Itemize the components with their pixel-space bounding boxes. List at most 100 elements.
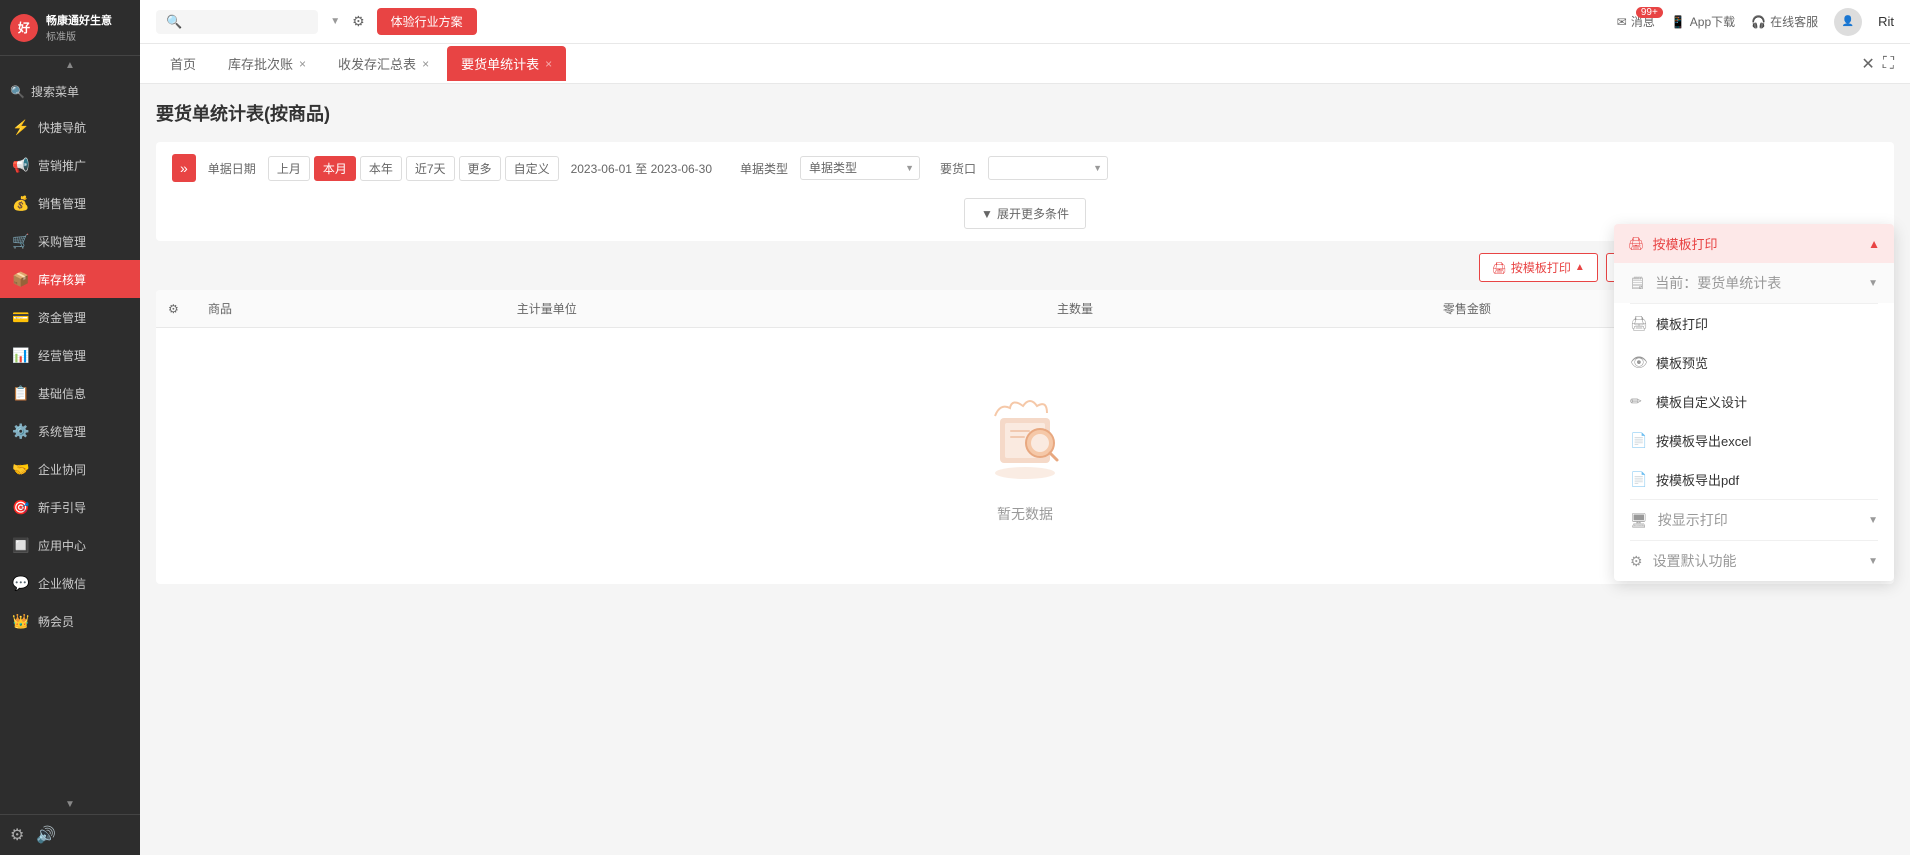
sidebar-item-operations[interactable]: 📊 经营管理 xyxy=(0,336,140,374)
inventory-icon: 📦 xyxy=(12,270,30,288)
trial-btn[interactable]: 体验行业方案 xyxy=(377,8,477,35)
sidebar-item-quick-nav[interactable]: ⚡ 快捷导航 xyxy=(0,108,140,146)
sidebar-item-enterprise[interactable]: 🤝 企业协同 xyxy=(0,450,140,488)
dropdown-item-template-excel[interactable]: 📄 按模板导出excel xyxy=(1614,421,1894,460)
gear-icon[interactable]: ⚙ xyxy=(352,13,365,30)
sidebar-item-basic-info[interactable]: 📋 基础信息 xyxy=(0,374,140,412)
template-excel-label: 按模板导出excel xyxy=(1656,431,1751,450)
dropdown-item-template-print[interactable]: 🖨 模板打印 xyxy=(1614,304,1894,343)
sidebar-item-marketing[interactable]: 📢 营销推广 xyxy=(0,146,140,184)
dropdown-item-template-pdf[interactable]: 📄 按模板导出pdf xyxy=(1614,460,1894,499)
app-download-label: App下载 xyxy=(1690,13,1735,30)
dropdown-item-template-preview[interactable]: 👁 模板预览 xyxy=(1614,343,1894,382)
date-btn-last-month[interactable]: 上月 xyxy=(268,156,310,181)
tab-receipt-summary[interactable]: 收发存汇总表 × xyxy=(324,46,443,81)
sidebar-item-enterprise-wechat[interactable]: 💬 企业微信 xyxy=(0,564,140,602)
tab-home[interactable]: 首页 xyxy=(156,46,210,81)
sidebar-item-label: 资金管理 xyxy=(38,309,86,326)
enterprise-wechat-icon: 💬 xyxy=(12,574,30,592)
sidebar-item-newbie[interactable]: 🎯 新手引导 xyxy=(0,488,140,526)
app-download-btn[interactable]: 📱 App下载 xyxy=(1671,13,1735,30)
sidebar-item-members[interactable]: 👑 畅会员 xyxy=(0,602,140,640)
tab-order-stats-close[interactable]: × xyxy=(545,57,552,71)
set-default-label: 设置默认功能 xyxy=(1653,551,1737,571)
sidebar-item-purchase[interactable]: 🛒 采购管理 xyxy=(0,222,140,260)
search-input[interactable] xyxy=(188,15,308,29)
tab-inventory-batch-close[interactable]: × xyxy=(299,57,306,71)
sidebar-bottom: ⚙ 🔊 xyxy=(0,814,140,855)
th-goods: 商品 xyxy=(196,290,505,328)
dropdown-display-print-section[interactable]: 🖥 按显示打印 ▼ xyxy=(1614,500,1894,540)
order-goods-label: 要货口 xyxy=(940,160,976,177)
sidebar-item-finance[interactable]: 💳 资金管理 xyxy=(0,298,140,336)
content-area: 要货单统计表(按商品) » 单据日期 上月 本月 本年 近7天 更多 自定义 2… xyxy=(140,84,1910,855)
date-btn-custom[interactable]: 自定义 xyxy=(505,156,559,181)
filter-expand-btn[interactable]: » xyxy=(172,154,196,182)
receipt-summary-label: 收发存汇总表 xyxy=(338,54,416,73)
set-default: ⚙ 设置默认功能 xyxy=(1630,551,1737,571)
sidebar-item-inventory[interactable]: 📦 库存核算 xyxy=(0,260,140,298)
order-goods-select[interactable] xyxy=(988,156,1108,180)
maximize-btn[interactable]: ⛶ xyxy=(1883,55,1894,73)
print-template-btn[interactable]: 🖨 按模板打印 ▲ xyxy=(1479,253,1598,282)
sidebar-item-label: 销售管理 xyxy=(38,195,86,212)
tab-order-stats[interactable]: 要货单统计表 × xyxy=(447,46,566,81)
sales-icon: 💰 xyxy=(12,194,30,212)
tabs-bar: 首页 库存批次账 × 收发存汇总表 × 要货单统计表 × ✕ ⛶ xyxy=(140,44,1910,84)
tab-inventory-batch[interactable]: 库存批次账 × xyxy=(214,46,320,81)
sidebar-item-label: 采购管理 xyxy=(38,233,86,250)
sidebar-item-system[interactable]: ⚙️ 系统管理 xyxy=(0,412,140,450)
sound-bottom-icon[interactable]: 🔊 xyxy=(36,825,56,845)
main-content: 🔍 ▼ ⚙ 体验行业方案 ✉ 消息 99+ 📱 App下载 🎧 在线客服 👤 R xyxy=(140,0,1910,855)
date-btn-more[interactable]: 更多 xyxy=(459,156,501,181)
th-settings[interactable]: ⚙ xyxy=(156,290,196,328)
date-btn-this-year[interactable]: 本年 xyxy=(360,156,402,181)
avatar[interactable]: 👤 xyxy=(1834,8,1862,36)
order-stats-label: 要货单统计表 xyxy=(461,54,539,73)
dropdown-header: 🖨 按模板打印 ▲ xyxy=(1614,224,1894,263)
dropdown-header-right: ▲ xyxy=(1868,237,1880,251)
date-label: 单据日期 xyxy=(208,160,256,177)
expand-more-btn[interactable]: ▼ 展开更多条件 xyxy=(964,198,1086,229)
date-buttons: 上月 本月 本年 近7天 更多 自定义 xyxy=(268,156,559,181)
online-service-btn[interactable]: 🎧 在线客服 xyxy=(1751,13,1818,30)
online-service-label: 在线客服 xyxy=(1770,13,1818,30)
template-print-icon: 🖨 xyxy=(1630,315,1646,332)
date-btn-7days[interactable]: 近7天 xyxy=(406,156,455,181)
order-type-select[interactable]: 单据类型 xyxy=(800,156,920,180)
operations-icon: 📊 xyxy=(12,346,30,364)
members-icon: 👑 xyxy=(12,612,30,630)
sidebar-item-sales[interactable]: 💰 销售管理 xyxy=(0,184,140,222)
message-icon: ✉ xyxy=(1617,15,1627,29)
template-custom-label: 模板自定义设计 xyxy=(1656,392,1747,411)
th-quantity: 主数量 xyxy=(1045,290,1431,328)
order-type-label: 单据类型 xyxy=(740,160,788,177)
current-template: 🗒 当前：要货单统计表 xyxy=(1630,273,1781,293)
username-label: Rit xyxy=(1878,14,1894,29)
sidebar-scroll-up[interactable]: ▲ xyxy=(0,56,140,75)
dropdown-current-section[interactable]: 🗒 当前：要货单统计表 ▼ xyxy=(1614,263,1894,303)
dropdown-item-template-custom[interactable]: ✏ 模板自定义设计 xyxy=(1614,382,1894,421)
tab-receipt-summary-close[interactable]: × xyxy=(422,57,429,71)
current-label: 当前：要货单统计表 xyxy=(1655,273,1781,293)
dropdown-set-default-section[interactable]: ⚙ 设置默认功能 ▼ xyxy=(1614,541,1894,581)
print-label: 按模板打印 xyxy=(1511,259,1571,276)
sidebar-scroll-down[interactable]: ▼ xyxy=(0,795,140,814)
topbar-search-box[interactable]: 🔍 xyxy=(156,10,318,34)
dropdown-collapse-icon[interactable]: ▲ xyxy=(1868,237,1880,251)
messages-btn[interactable]: ✉ 消息 99+ xyxy=(1617,13,1655,30)
current-template-icon: 🗒 xyxy=(1630,276,1645,290)
topbar-dropdown-icon[interactable]: ▼ xyxy=(330,16,340,27)
empty-icon xyxy=(975,388,1075,488)
logo-icon: 好 xyxy=(10,14,38,42)
date-btn-this-month[interactable]: 本月 xyxy=(314,156,356,181)
print-dropdown-icon: 🖨 xyxy=(1628,236,1645,252)
settings-bottom-icon[interactable]: ⚙ xyxy=(10,825,24,845)
sidebar-search-label: 搜索菜单 xyxy=(31,83,79,100)
sidebar-item-app-center[interactable]: 🔲 应用中心 xyxy=(0,526,140,564)
sidebar-item-label: 应用中心 xyxy=(38,537,86,554)
close-window-btn[interactable]: ✕ xyxy=(1861,54,1874,74)
dropdown-title-text: 按模板打印 xyxy=(1653,234,1718,253)
topbar: 🔍 ▼ ⚙ 体验行业方案 ✉ 消息 99+ 📱 App下载 🎧 在线客服 👤 R xyxy=(140,0,1910,44)
sidebar-search[interactable]: 🔍 搜索菜单 xyxy=(0,75,140,108)
